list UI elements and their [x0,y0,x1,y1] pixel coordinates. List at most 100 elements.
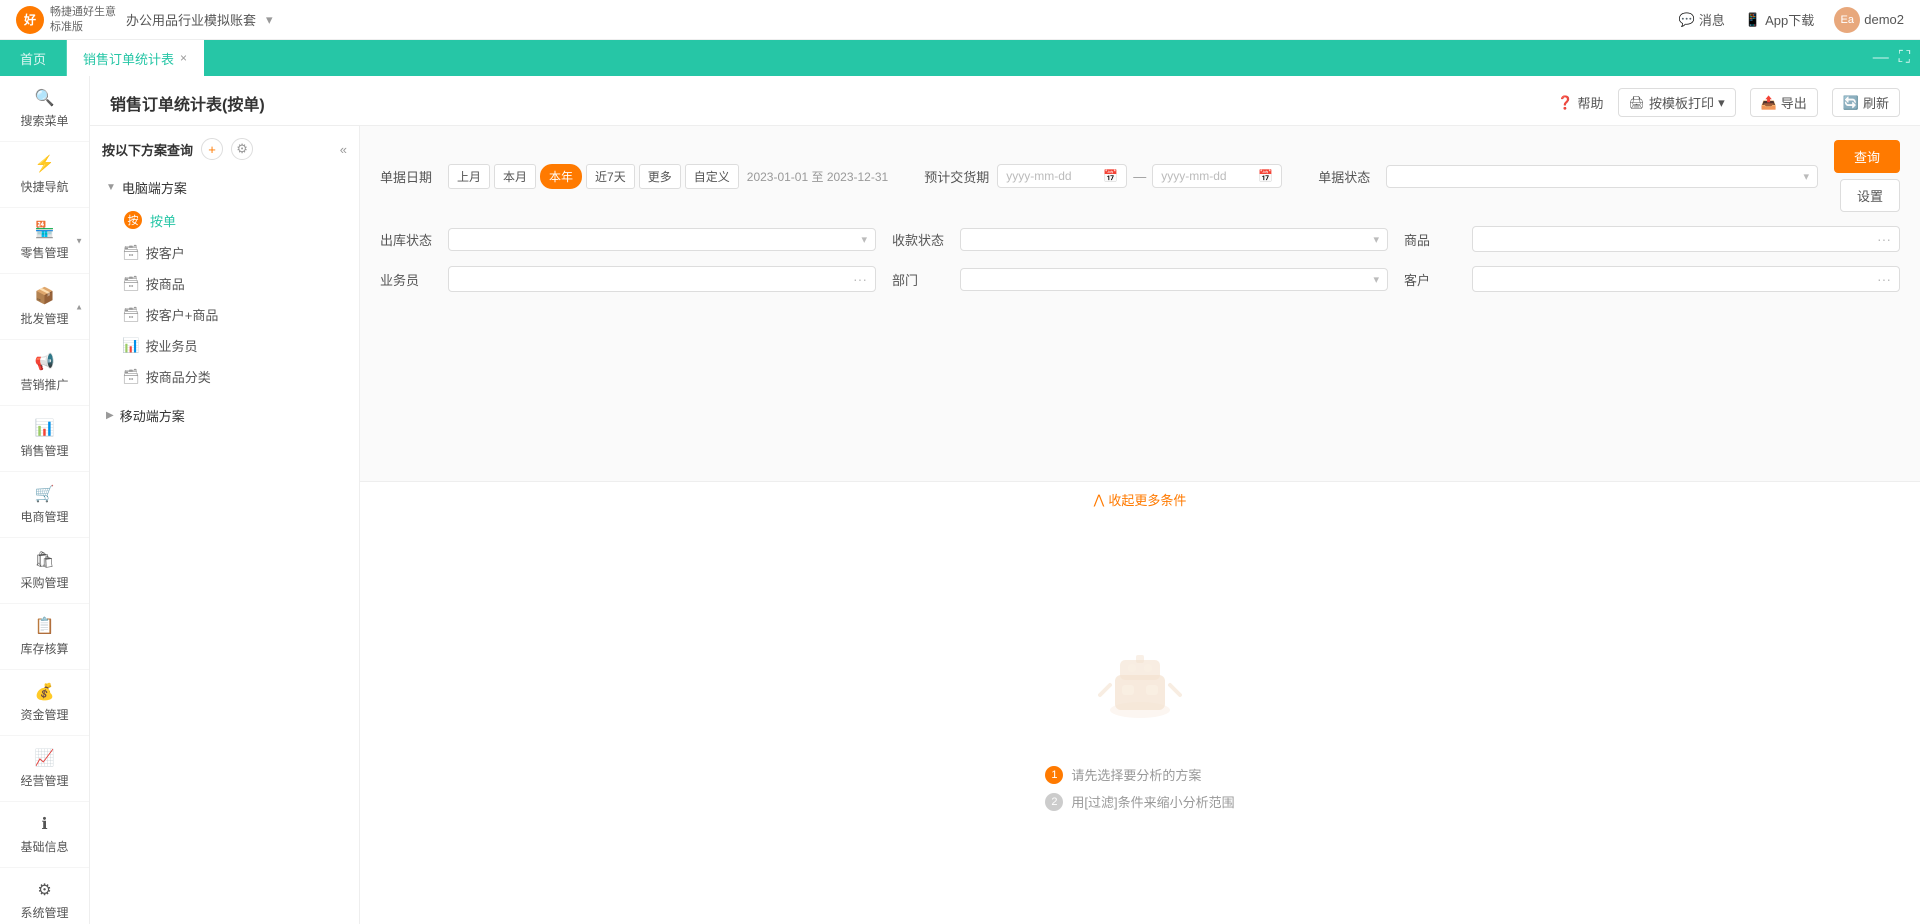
out-status-select[interactable]: ▾ [448,228,876,251]
doc-status-group: 单据状态 ▾ [1318,165,1818,188]
tabbar: 首页 销售订单统计表 × — ⛶ [0,40,1920,76]
date-separator: — [1133,169,1146,184]
date-btn-lastmonth[interactable]: 上月 [448,164,490,189]
logo-area: 好 畅捷通好生意 标准版 [16,5,116,34]
customer-group: 客户 ··· [1404,266,1900,292]
sidebar-item-basic-info[interactable]: ℹ 基础信息 [0,802,89,868]
finance-icon: 💰 [35,682,55,702]
scheme-item-bygoods[interactable]: 🗃 按商品 [118,268,347,299]
search-menu-icon: 🔍 [35,88,55,108]
refresh-button[interactable]: 🔄 刷新 [1832,88,1900,117]
receipt-status-group: 收款状态 ▾ [892,228,1388,251]
salesperson-group: 业务员 ··· [380,266,876,292]
page-title: 销售订单统计表(按单) [110,91,265,115]
help-icon: ❓ [1557,95,1573,111]
scheme-item-bycustomer[interactable]: 🗃 按客户 [118,237,347,268]
pc-scheme-parent[interactable]: ▼ 电脑端方案 [102,172,347,203]
sidebar-item-inventory[interactable]: 📋 库存核算 [0,604,89,670]
date-btn-custom[interactable]: 自定义 [685,164,739,189]
avatar: Ea [1834,7,1860,33]
page-actions: ❓ 帮助 🖨 按模板打印 ▾ 📤 导出 🔄 刷新 [1557,88,1900,117]
out-status-group: 出库状态 ▾ [380,228,876,251]
message-button[interactable]: 💬 消息 [1679,10,1725,29]
topbar-right: 💬 消息 📱 App下载 Ea demo2 [1679,7,1904,33]
scheme-item-byorder[interactable]: 按 按单 [118,203,347,237]
mobile-scheme-parent[interactable]: ▶ 移动端方案 [102,400,347,431]
page-header: 销售订单统计表(按单) ❓ 帮助 🖨 按模板打印 ▾ 📤 导出 🔄 刷新 [90,76,1920,126]
app-download-button[interactable]: 📱 App下载 [1745,10,1814,29]
retail-icon: 🏪 [35,220,55,240]
app-title-dropdown[interactable]: ▾ [266,12,273,28]
date-btn-thisyear[interactable]: 本年 [540,164,582,189]
basicinfo-icon: ℹ [41,814,47,834]
department-group: 部门 ▾ [892,268,1388,291]
receipt-status-select[interactable]: ▾ [960,228,1388,251]
tab-close-icon[interactable]: × [180,51,187,65]
template-print-button[interactable]: 🖨 按模板打印 ▾ [1618,88,1736,117]
collapse-panel-button[interactable]: « [340,142,347,157]
sidebar-item-search[interactable]: 🔍 搜索菜单 [0,76,89,142]
export-icon: 📤 [1761,95,1777,111]
expand-icon: ▼ [106,182,116,193]
export-button[interactable]: 📤 导出 [1750,88,1818,117]
goods-more-icon[interactable]: ··· [1877,231,1891,247]
refresh-icon: 🔄 [1843,95,1859,111]
scheme-item-bysalesperson[interactable]: 📊 按业务员 [118,330,347,361]
tip-number-1: 1 [1045,766,1063,784]
collapse-conditions-button[interactable]: ⋀ 收起更多条件 [360,481,1920,517]
date-btn-thismonth[interactable]: 本月 [494,164,536,189]
left-panel-header: 按以下方案查询 + ⚙ « [102,138,347,160]
expected-date-end[interactable]: yyyy-mm-dd 📅 [1152,164,1282,188]
sidebar-item-system[interactable]: ⚙ 系统管理 [0,868,89,924]
empty-state: 1 请先选择要分析的方案 2 用[过滤]条件来缩小分析范围 [360,517,1920,924]
date-btn-7days[interactable]: 近7天 [586,164,635,189]
customer-select[interactable]: ··· [1472,266,1900,292]
sidebar-item-retail[interactable]: 🏪 零售管理 [0,208,89,274]
sales-icon: 📊 [35,418,55,438]
expected-date-start[interactable]: yyyy-mm-dd 📅 [997,164,1127,188]
sidebar-item-sales[interactable]: 📊 销售管理 [0,406,89,472]
empty-tip-2: 2 用[过滤]条件来缩小分析范围 [1045,792,1234,811]
sidebar-item-finance[interactable]: 💰 资金管理 [0,670,89,736]
operations-icon: 📈 [35,748,55,768]
customer-more-icon[interactable]: ··· [1877,271,1891,287]
add-scheme-button[interactable]: + [201,138,223,160]
empty-tip-1: 1 请先选择要分析的方案 [1045,765,1234,784]
scheme-item-bygoodscat[interactable]: 🗃 按商品分类 [118,361,347,392]
salesperson-more-icon[interactable]: ··· [853,271,867,287]
goods-select[interactable]: ··· [1472,226,1900,252]
empty-tips: 1 请先选择要分析的方案 2 用[过滤]条件来缩小分析范围 [1045,765,1234,811]
sidebar-item-operations[interactable]: 📈 经营管理 [0,736,89,802]
ecommerce-icon: 🛒 [35,484,55,504]
doc-status-select[interactable]: ▾ [1386,165,1818,188]
sidebar-item-quicknav[interactable]: ⚡ 快捷导航 [0,142,89,208]
mobile-scheme-section: ▶ 移动端方案 [102,400,347,431]
dept-dropdown-icon: ▾ [1373,273,1379,286]
wholesale-icon: 📦 [35,286,55,306]
sidebar-item-wholesale[interactable]: 📦 批发管理 [0,274,89,340]
print-icon: 🖨 [1629,95,1646,111]
tab-sales-order-stats[interactable]: 销售订单统计表 × [67,40,204,76]
department-select[interactable]: ▾ [960,268,1388,291]
sidebar-item-marketing[interactable]: 📢 营销推广 [0,340,89,406]
template-dropdown-icon: ▾ [1718,95,1725,111]
window-minimize-icon[interactable]: — [1873,49,1889,67]
sidebar-item-purchase[interactable]: 🛍 采购管理 [0,538,89,604]
filter-row-3: 业务员 ··· 部门 ▾ [380,266,1900,292]
edit-scheme-button[interactable]: ⚙ [231,138,253,160]
salesperson-select[interactable]: ··· [448,266,876,292]
window-maximize-icon[interactable]: ⛶ [1899,49,1910,67]
receipt-dropdown-icon: ▾ [1373,233,1379,246]
sidebar: 🔍 搜索菜单 ⚡ 快捷导航 🏪 零售管理 📦 批发管理 📢 营销推广 📊 销售管… [0,76,90,924]
expected-date-group: 预计交货期 yyyy-mm-dd 📅 — yyyy-mm-dd 📅 [924,164,1282,188]
user-menu[interactable]: Ea demo2 [1834,7,1904,33]
setting-button[interactable]: 设置 [1840,179,1900,212]
tab-home[interactable]: 首页 [0,40,67,76]
scheme-item-bycustomergoods[interactable]: 🗃 按客户+商品 [118,299,347,330]
sidebar-item-ecommerce[interactable]: 🛒 电商管理 [0,472,89,538]
query-button[interactable]: 查询 [1834,140,1900,173]
date-btn-more[interactable]: 更多 [639,164,681,189]
tabbar-right-actions: — ⛶ [1863,40,1920,76]
empty-illustration [1090,630,1190,749]
help-button[interactable]: ❓ 帮助 [1557,93,1603,112]
